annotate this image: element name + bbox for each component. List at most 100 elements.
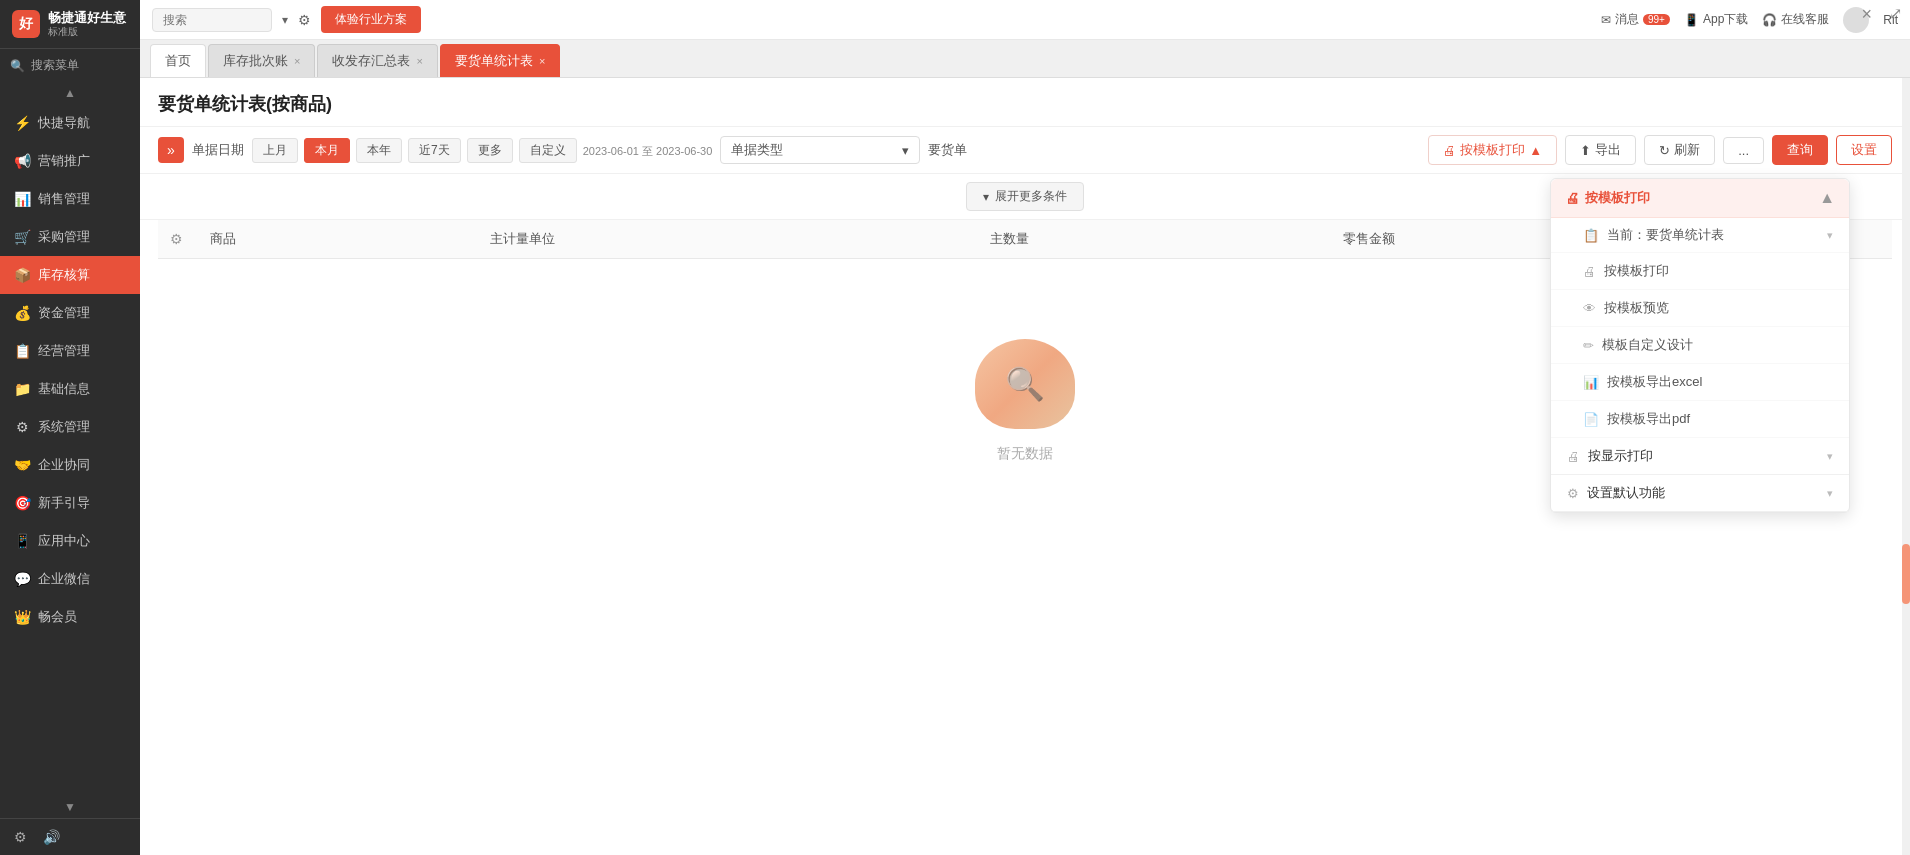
sidebar-item-newbie[interactable]: 🎯 新手引导	[0, 484, 140, 522]
app-download-icon: 📱	[1684, 13, 1699, 27]
message-btn[interactable]: ✉ 消息 99+	[1601, 11, 1670, 28]
sidebar-item-sales[interactable]: 📊 销售管理	[0, 180, 140, 218]
table-header-unit: 主计量单位	[478, 220, 977, 259]
sidebar-item-appstore[interactable]: 📱 应用中心	[0, 522, 140, 560]
print-dropdown-panel: 🖨 按模板打印 ▲ 📋 当前：要货单统计表 ▾ 🖨 按模板打印	[1550, 178, 1850, 513]
sidebar-item-quick-nav[interactable]: ⚡ 快捷导航	[0, 104, 140, 142]
close-window-btn[interactable]: ×	[1853, 0, 1880, 29]
sidebar-item-purchase[interactable]: 🛒 采购管理	[0, 218, 140, 256]
sidebar-search-label: 搜索菜单	[31, 57, 79, 74]
sidebar-scroll-down[interactable]: ▼	[0, 796, 140, 818]
sidebar-item-wecom[interactable]: 💬 企业微信	[0, 560, 140, 598]
marketing-icon: 📢	[14, 153, 30, 169]
table-header-product: 商品	[198, 220, 478, 259]
tab-order-stats[interactable]: 要货单统计表 ×	[440, 44, 560, 77]
footer-settings-btn[interactable]: ⚙	[14, 829, 27, 845]
expand-more-btn[interactable]: ▾ 展开更多条件	[966, 182, 1084, 211]
sidebar-item-finance[interactable]: 💰 资金管理	[0, 294, 140, 332]
date-btn-this-year[interactable]: 本年	[356, 138, 402, 163]
sidebar-search[interactable]: 🔍 搜索菜单	[0, 49, 140, 82]
tab-batch-account[interactable]: 库存批次账 ×	[208, 44, 315, 77]
tab-collection-summary[interactable]: 收发存汇总表 ×	[317, 44, 437, 77]
app-download-btn[interactable]: 📱 App下载	[1684, 11, 1748, 28]
date-btn-more[interactable]: 更多	[467, 138, 513, 163]
sidebar-item-marketing[interactable]: 📢 营销推广	[0, 142, 140, 180]
default-settings-arrow: ▾	[1827, 487, 1833, 500]
dropdown-default-settings[interactable]: ⚙ 设置默认功能 ▾	[1551, 475, 1849, 512]
app-edition: 标准版	[48, 26, 126, 38]
scrollbar-thumb[interactable]	[1902, 544, 1910, 604]
sidebar-item-system[interactable]: ⚙ 系统管理	[0, 408, 140, 446]
page-title: 要货单统计表(按商品)	[158, 92, 1892, 116]
export-btn[interactable]: ⬆ 导出	[1565, 135, 1636, 165]
refresh-btn[interactable]: ↻ 刷新	[1644, 135, 1715, 165]
sidebar-item-label: 销售管理	[38, 190, 90, 208]
tab-home[interactable]: 首页	[150, 44, 206, 77]
date-btn-custom[interactable]: 自定义	[519, 138, 577, 163]
printer-icon: 🖨	[1443, 143, 1456, 158]
home-tab-label: 首页	[165, 52, 191, 70]
dropdown-header: 🖨 按模板打印 ▲	[1551, 179, 1849, 218]
footer-audio-btn[interactable]: 🔊	[43, 829, 60, 845]
dropdown-template-print[interactable]: 🖨 按模板打印	[1551, 253, 1849, 290]
dropdown-template-custom[interactable]: ✏ 模板自定义设计	[1551, 327, 1849, 364]
sidebar-footer: ⚙ 🔊	[0, 818, 140, 855]
maximize-btn[interactable]: ⤢	[1881, 0, 1910, 27]
expand-icon: ▾	[983, 190, 989, 204]
table-header-quantity: 主数量	[978, 220, 1331, 259]
settings-btn[interactable]: 设置	[1836, 135, 1892, 165]
app-name: 畅捷通好生意	[48, 10, 126, 26]
batch-account-close-btn[interactable]: ×	[294, 56, 300, 67]
sidebar-item-operations[interactable]: 📋 经营管理	[0, 332, 140, 370]
date-btn-prev-month[interactable]: 上月	[252, 138, 298, 163]
online-service-btn[interactable]: 🎧 在线客服	[1762, 11, 1829, 28]
sidebar-item-basic[interactable]: 📁 基础信息	[0, 370, 140, 408]
template-pdf-icon: 📄	[1583, 412, 1599, 427]
dropdown-template-preview[interactable]: 👁 按模板预览	[1551, 290, 1849, 327]
collection-summary-close-btn[interactable]: ×	[416, 56, 422, 67]
display-print-icon: 🖨	[1567, 449, 1580, 464]
topbar-search-input[interactable]	[152, 8, 272, 32]
topbar-gear-btn[interactable]: ⚙	[298, 12, 311, 28]
dropdown-current-template[interactable]: 📋 当前：要货单统计表 ▾	[1551, 218, 1849, 253]
trial-btn[interactable]: 体验行业方案	[321, 6, 421, 33]
filter-toolbar: » 单据日期 上月 本月 本年 近7天 更多 自定义 2023-06-01 至 …	[140, 127, 1910, 174]
sidebar-scroll-up[interactable]: ▲	[0, 82, 140, 104]
order-stats-label: 要货单统计表	[455, 52, 533, 70]
quick-nav-icon: ⚡	[14, 115, 30, 131]
app-logo-icon: 好	[12, 10, 40, 38]
query-btn[interactable]: 查询	[1772, 135, 1828, 165]
topbar-dropdown-btn[interactable]: ▾	[282, 13, 288, 27]
type-filter-select[interactable]: 单据类型 ▾	[720, 136, 920, 164]
batch-account-label: 库存批次账	[223, 52, 288, 70]
order-stats-close-btn[interactable]: ×	[539, 56, 545, 67]
dropdown-display-print[interactable]: 🖨 按显示打印 ▾	[1551, 438, 1849, 475]
sidebar-item-collab[interactable]: 🤝 企业协同	[0, 446, 140, 484]
topbar: ▾ ⚙ 体验行业方案 ✉ 消息 99+ 📱 App下载 🎧 在线客服 Rit	[140, 0, 1910, 40]
date-label: 单据日期	[192, 141, 244, 159]
sidebar-item-label: 系统管理	[38, 418, 90, 436]
print-header-icon: 🖨	[1565, 190, 1579, 206]
type-dropdown-icon: ▾	[902, 143, 909, 158]
empty-illustration	[975, 339, 1075, 429]
table-column-settings-btn[interactable]: ⚙	[170, 231, 183, 247]
sidebar-item-inventory[interactable]: 📦 库存核算	[0, 256, 140, 294]
date-btn-this-month[interactable]: 本月	[304, 138, 350, 163]
dropdown-template-pdf[interactable]: 📄 按模板导出pdf	[1551, 401, 1849, 438]
dropdown-close-btn[interactable]: ▲	[1819, 189, 1835, 207]
template-print-icon: 🖨	[1583, 264, 1596, 279]
template-preview-icon: 👁	[1583, 301, 1596, 316]
operations-icon: 📋	[14, 343, 30, 359]
collab-icon: 🤝	[14, 457, 30, 473]
dropdown-template-excel[interactable]: 📊 按模板导出excel	[1551, 364, 1849, 401]
print-template-btn[interactable]: 🖨 按模板打印 ▲	[1428, 135, 1557, 165]
member-icon: 👑	[14, 609, 30, 625]
refresh-icon: ↻	[1659, 143, 1670, 158]
more-options-btn[interactable]: ...	[1723, 137, 1764, 164]
toolbar-expand-btn[interactable]: »	[158, 137, 184, 163]
tabbar: 首页 库存批次账 × 收发存汇总表 × 要货单统计表 × × ⤢	[140, 40, 1910, 78]
main-area: ▾ ⚙ 体验行业方案 ✉ 消息 99+ 📱 App下载 🎧 在线客服 Rit 首…	[140, 0, 1910, 855]
date-btn-7days[interactable]: 近7天	[408, 138, 461, 163]
sidebar-item-member[interactable]: 👑 畅会员	[0, 598, 140, 636]
headset-icon: 🎧	[1762, 13, 1777, 27]
